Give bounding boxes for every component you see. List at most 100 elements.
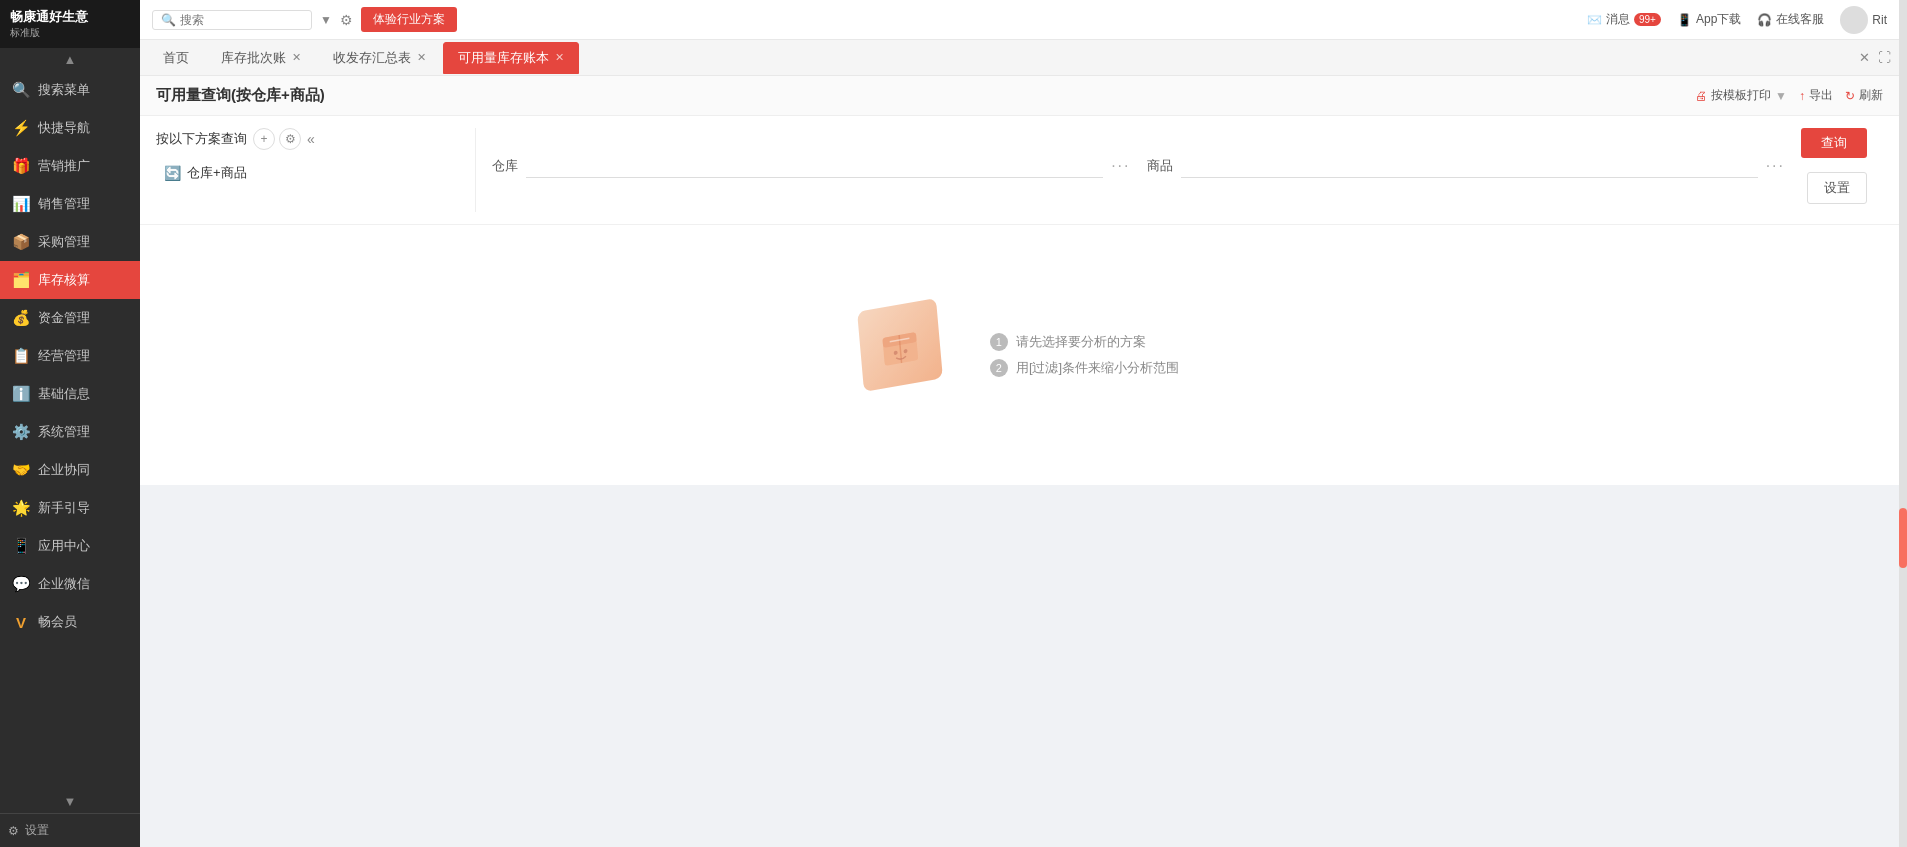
avatar <box>1840 6 1868 34</box>
sidebar-item-guide[interactable]: 🌟 新手引导 <box>0 489 140 527</box>
scheme-settings-btn[interactable]: ⚙ <box>279 128 301 150</box>
message-label: 消息 <box>1606 11 1630 28</box>
scheme-item-warehouse-goods[interactable]: 🔄 仓库+商品 <box>156 158 463 188</box>
sidebar: 畅康通好生意 标准版 ▲ 🔍 搜索菜单 ⚡ 快捷导航 🎁 营销推广 📊 销售管理… <box>0 0 140 847</box>
sidebar-settings[interactable]: ⚙ 设置 <box>0 813 140 847</box>
empty-box-icon <box>857 298 943 392</box>
close-tab-available[interactable]: ✕ <box>555 51 564 64</box>
export-btn[interactable]: ↑ 导出 <box>1799 87 1833 104</box>
export-icon: ↑ <box>1799 89 1805 103</box>
tab-batch[interactable]: 库存批次账 ✕ <box>206 42 316 74</box>
cooperation-icon: 🤝 <box>12 461 30 479</box>
filter-row: 仓库 ··· 商品 ··· 查询 设置 <box>492 128 1867 204</box>
apps-icon: 📱 <box>12 537 30 555</box>
page-title: 可用量查询(按仓库+商品) <box>156 86 325 105</box>
guide-icon: 🌟 <box>12 499 30 517</box>
sidebar-item-label: 应用中心 <box>38 537 90 555</box>
sidebar-item-cooperation[interactable]: 🤝 企业协同 <box>0 451 140 489</box>
filter-actions: 查询 设置 <box>1801 128 1867 204</box>
warehouse-input[interactable] <box>526 154 1103 178</box>
refresh-icon: ↻ <box>1845 89 1855 103</box>
home-tab-label: 首页 <box>163 49 189 67</box>
sidebar-item-wechat[interactable]: 💬 企业微信 <box>0 565 140 603</box>
headset-icon: 🎧 <box>1757 13 1772 27</box>
right-scrollbar[interactable] <box>1899 0 1907 847</box>
search-input[interactable] <box>180 13 303 27</box>
sidebar-item-label: 快捷导航 <box>38 119 90 137</box>
scheme-item-label: 仓库+商品 <box>187 164 247 182</box>
sidebar-item-label: 采购管理 <box>38 233 90 251</box>
tip-text-1: 请先选择要分析的方案 <box>1016 333 1146 351</box>
scroll-up-arrow[interactable]: ▲ <box>0 48 140 71</box>
export-label: 导出 <box>1809 87 1833 104</box>
main-area: 🔍 ▼ ⚙ 体验行业方案 ✉️ 消息 99+ 📱 App下载 🎧 在线客服 Ri… <box>140 0 1899 847</box>
finance-icon: 💰 <box>12 309 30 327</box>
sidebar-nav: 🔍 搜索菜单 ⚡ 快捷导航 🎁 营销推广 📊 销售管理 📦 采购管理 🗂️ 库存… <box>0 71 140 790</box>
tab-available[interactable]: 可用量库存账本 ✕ <box>443 42 579 74</box>
industry-btn[interactable]: 体验行业方案 <box>361 7 457 32</box>
sidebar-item-system[interactable]: ⚙️ 系统管理 <box>0 413 140 451</box>
sidebar-item-search[interactable]: 🔍 搜索菜单 <box>0 71 140 109</box>
tab-summary[interactable]: 收发存汇总表 ✕ <box>318 42 441 74</box>
sidebar-item-label: 基础信息 <box>38 385 90 403</box>
sidebar-item-label: 畅会员 <box>38 613 77 631</box>
add-scheme-btn[interactable]: + <box>253 128 275 150</box>
sidebar-item-vip[interactable]: V 畅会员 <box>0 603 140 641</box>
goods-more-btn[interactable]: ··· <box>1766 157 1785 175</box>
message-btn[interactable]: ✉️ 消息 99+ <box>1587 11 1661 28</box>
sidebar-item-inventory[interactable]: 🗂️ 库存核算 <box>0 261 140 299</box>
tabs-bar: 首页 库存批次账 ✕ 收发存汇总表 ✕ 可用量库存账本 ✕ ✕ ⛶ <box>140 40 1899 76</box>
shortcut-icon: ⚡ <box>12 119 30 137</box>
query-button[interactable]: 查询 <box>1801 128 1867 158</box>
sidebar-item-label: 系统管理 <box>38 423 90 441</box>
tab-home[interactable]: 首页 <box>148 42 204 74</box>
available-tab-label: 可用量库存账本 <box>458 49 549 67</box>
sidebar-item-shortcut[interactable]: ⚡ 快捷导航 <box>0 109 140 147</box>
search-icon: 🔍 <box>161 13 176 27</box>
sidebar-item-finance[interactable]: 💰 资金管理 <box>0 299 140 337</box>
sidebar-item-basic[interactable]: ℹ️ 基础信息 <box>0 375 140 413</box>
page-actions: 🖨 按模板打印 ▼ ↑ 导出 ↻ 刷新 <box>1695 87 1883 104</box>
empty-state: 1 请先选择要分析的方案 2 用[过滤]条件来缩小分析范围 <box>140 225 1899 485</box>
sidebar-item-label: 企业微信 <box>38 575 90 593</box>
close-tab-summary[interactable]: ✕ <box>417 51 426 64</box>
close-tab-batch[interactable]: ✕ <box>292 51 301 64</box>
scheme-rotate-icon: 🔄 <box>164 165 181 181</box>
message-icon: ✉️ <box>1587 13 1602 27</box>
gear-icon[interactable]: ⚙ <box>340 12 353 28</box>
app-download-btn[interactable]: 📱 App下载 <box>1677 11 1741 28</box>
content-area: 可用量查询(按仓库+商品) 🖨 按模板打印 ▼ ↑ 导出 ↻ 刷新 <box>140 76 1899 847</box>
scheme-header: 按以下方案查询 + ⚙ « <box>156 128 463 150</box>
empty-illustration <box>860 305 960 405</box>
sidebar-item-purchase[interactable]: 📦 采购管理 <box>0 223 140 261</box>
warehouse-more-btn[interactable]: ··· <box>1111 157 1130 175</box>
sidebar-item-marketing[interactable]: 🎁 营销推广 <box>0 147 140 185</box>
dropdown-arrow-icon[interactable]: ▼ <box>320 13 332 27</box>
sidebar-header: 畅康通好生意 标准版 <box>0 0 140 48</box>
expand-icon[interactable]: ⛶ <box>1878 50 1891 65</box>
sidebar-item-sales[interactable]: 📊 销售管理 <box>0 185 140 223</box>
settings-button[interactable]: 设置 <box>1807 172 1867 204</box>
topbar: 🔍 ▼ ⚙ 体验行业方案 ✉️ 消息 99+ 📱 App下载 🎧 在线客服 Ri… <box>140 0 1899 40</box>
tabs-right-controls: ✕ ⛶ <box>1859 50 1891 65</box>
scrollbar-thumb[interactable] <box>1899 508 1907 568</box>
online-service-label: 在线客服 <box>1776 11 1824 28</box>
online-service-btn[interactable]: 🎧 在线客服 <box>1757 11 1824 28</box>
collapse-scheme-btn[interactable]: « <box>307 131 315 147</box>
refresh-btn[interactable]: ↻ 刷新 <box>1845 87 1883 104</box>
dropdown-icon[interactable]: ▼ <box>1775 89 1787 103</box>
scroll-down-arrow[interactable]: ▼ <box>0 790 140 813</box>
vip-icon: V <box>12 614 30 631</box>
user-profile[interactable]: Rit <box>1840 6 1887 34</box>
batch-tab-label: 库存批次账 <box>221 49 286 67</box>
print-btn[interactable]: 🖨 按模板打印 ▼ <box>1695 87 1787 104</box>
purchase-icon: 📦 <box>12 233 30 251</box>
sidebar-item-operation[interactable]: 📋 经营管理 <box>0 337 140 375</box>
close-all-icon[interactable]: ✕ <box>1859 50 1870 65</box>
search-icon: 🔍 <box>12 81 30 99</box>
topbar-search-box[interactable]: 🔍 <box>152 10 312 30</box>
sidebar-item-label: 企业协同 <box>38 461 90 479</box>
sidebar-item-apps[interactable]: 📱 应用中心 <box>0 527 140 565</box>
goods-input[interactable] <box>1181 154 1758 178</box>
sales-icon: 📊 <box>12 195 30 213</box>
